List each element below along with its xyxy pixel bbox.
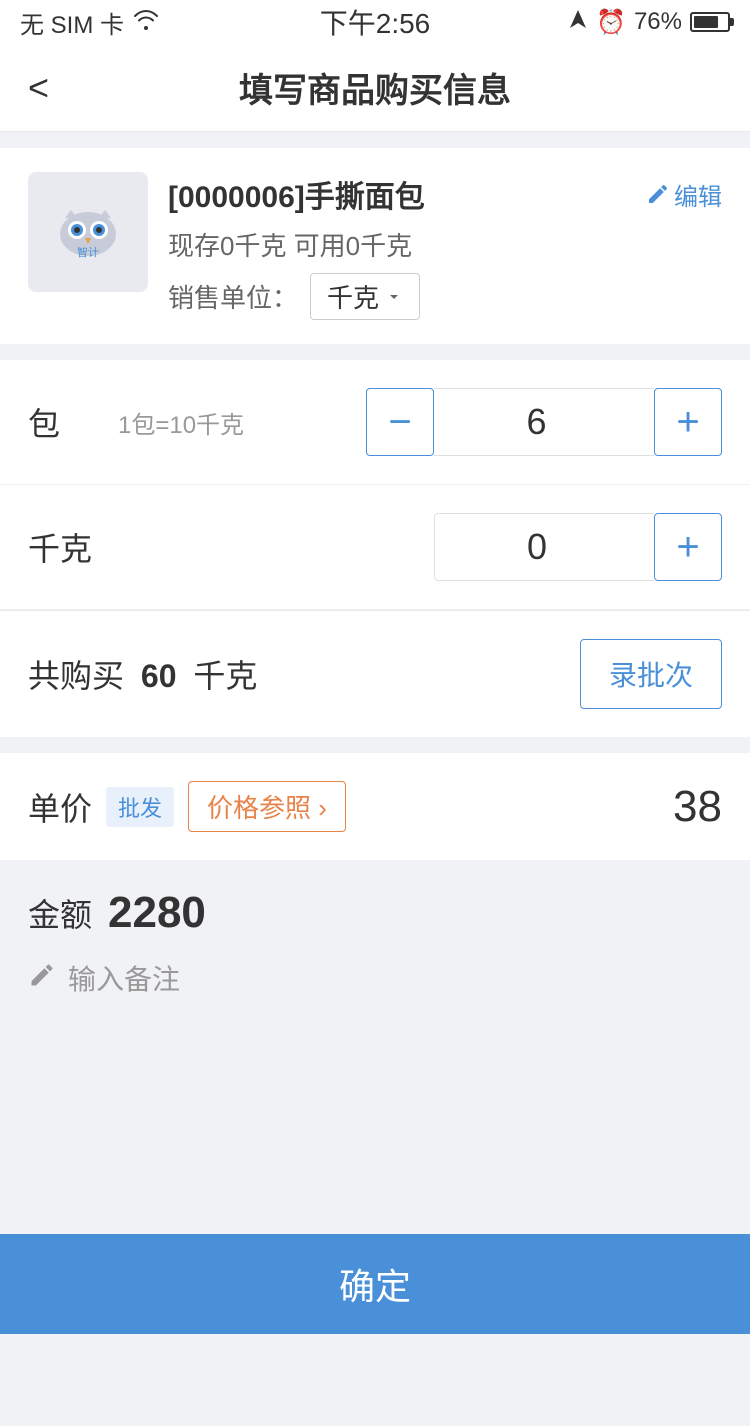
price-section: 单价 批发 价格参照 › 38 bbox=[0, 753, 750, 860]
bao-plus-button[interactable]: + bbox=[654, 388, 722, 456]
status-bar: 无 SIM 卡 下午2:56 ⏰ 76% bbox=[0, 0, 750, 44]
location-icon bbox=[568, 8, 588, 37]
batch-button[interactable]: 录批次 bbox=[580, 639, 722, 709]
form-row-kg: 千克 + bbox=[0, 485, 750, 610]
wifi-icon bbox=[132, 8, 160, 37]
battery-icon bbox=[690, 12, 730, 32]
amount-label: 金额 bbox=[28, 890, 92, 936]
product-info: [0000006]手撕面包 编辑 现存0千克 可用0千克 销售单位： 千克 bbox=[168, 172, 722, 320]
note-placeholder: 输入备注 bbox=[68, 958, 180, 998]
total-value: 60 bbox=[141, 658, 177, 694]
kg-controls: + bbox=[434, 513, 722, 581]
confirm-button[interactable]: 确定 bbox=[0, 1234, 750, 1334]
total-unit: 千克 bbox=[193, 658, 257, 694]
status-left: 无 SIM 卡 bbox=[20, 5, 160, 40]
battery-percent: 76% bbox=[634, 8, 682, 36]
nav-bar: < 填写商品购买信息 bbox=[0, 44, 750, 132]
bao-controls: − + bbox=[366, 388, 722, 456]
form-row-bao: 包 1包=10千克 − + bbox=[0, 360, 750, 485]
pencil-icon bbox=[28, 961, 56, 996]
amount-section: 金额 2280 输入备注 bbox=[0, 860, 750, 1026]
unit-label: 销售单位： bbox=[168, 278, 298, 315]
product-stock: 现存0千克 可用0千克 bbox=[168, 226, 722, 263]
unit-value: 千克 bbox=[327, 278, 379, 315]
amount-row: 金额 2280 bbox=[28, 888, 722, 938]
status-time: 下午2:56 bbox=[320, 2, 431, 42]
kg-label: 千克 bbox=[28, 524, 108, 570]
amount-value: 2280 bbox=[108, 888, 206, 938]
back-button[interactable]: < bbox=[28, 67, 49, 109]
carrier-label: 无 SIM 卡 bbox=[20, 5, 124, 40]
total-row: 共购买 60 千克 录批次 bbox=[0, 610, 750, 737]
edit-button[interactable]: 编辑 bbox=[646, 177, 722, 212]
product-name: [0000006]手撕面包 bbox=[168, 172, 425, 216]
price-badge: 批发 bbox=[106, 787, 174, 827]
alarm-icon: ⏰ bbox=[596, 8, 626, 37]
price-row: 单价 批发 价格参照 › 38 bbox=[28, 781, 722, 832]
product-unit-row: 销售单位： 千克 bbox=[168, 273, 722, 320]
form-section: 包 1包=10千克 − + 千克 + 共购买 60 千克 录批次 bbox=[0, 360, 750, 737]
price-ref-button[interactable]: 价格参照 › bbox=[188, 781, 346, 832]
bao-label: 包 bbox=[28, 399, 108, 445]
status-right: ⏰ 76% bbox=[568, 8, 730, 37]
note-row[interactable]: 输入备注 bbox=[28, 958, 722, 998]
svg-text:智计: 智计 bbox=[77, 245, 99, 259]
unit-select[interactable]: 千克 bbox=[310, 273, 420, 320]
bao-input[interactable] bbox=[434, 388, 654, 456]
kg-plus-button[interactable]: + bbox=[654, 513, 722, 581]
total-prefix: 共购买 bbox=[28, 658, 124, 694]
product-card: 智计 [0000006]手撕面包 编辑 现存0千克 可用0千克 销售单位： 千克 bbox=[0, 148, 750, 344]
price-value: 38 bbox=[673, 782, 722, 832]
price-label-area: 单价 批发 价格参照 › bbox=[28, 781, 346, 832]
page-title: 填写商品购买信息 bbox=[239, 63, 511, 112]
price-label: 单价 bbox=[28, 784, 92, 830]
edit-label: 编辑 bbox=[674, 177, 722, 212]
bao-minus-button[interactable]: − bbox=[366, 388, 434, 456]
total-text: 共购买 60 千克 bbox=[28, 651, 257, 697]
kg-input[interactable] bbox=[434, 513, 654, 581]
bao-sublabel: 1包=10千克 bbox=[118, 405, 244, 440]
product-thumbnail: 智计 bbox=[28, 172, 148, 292]
